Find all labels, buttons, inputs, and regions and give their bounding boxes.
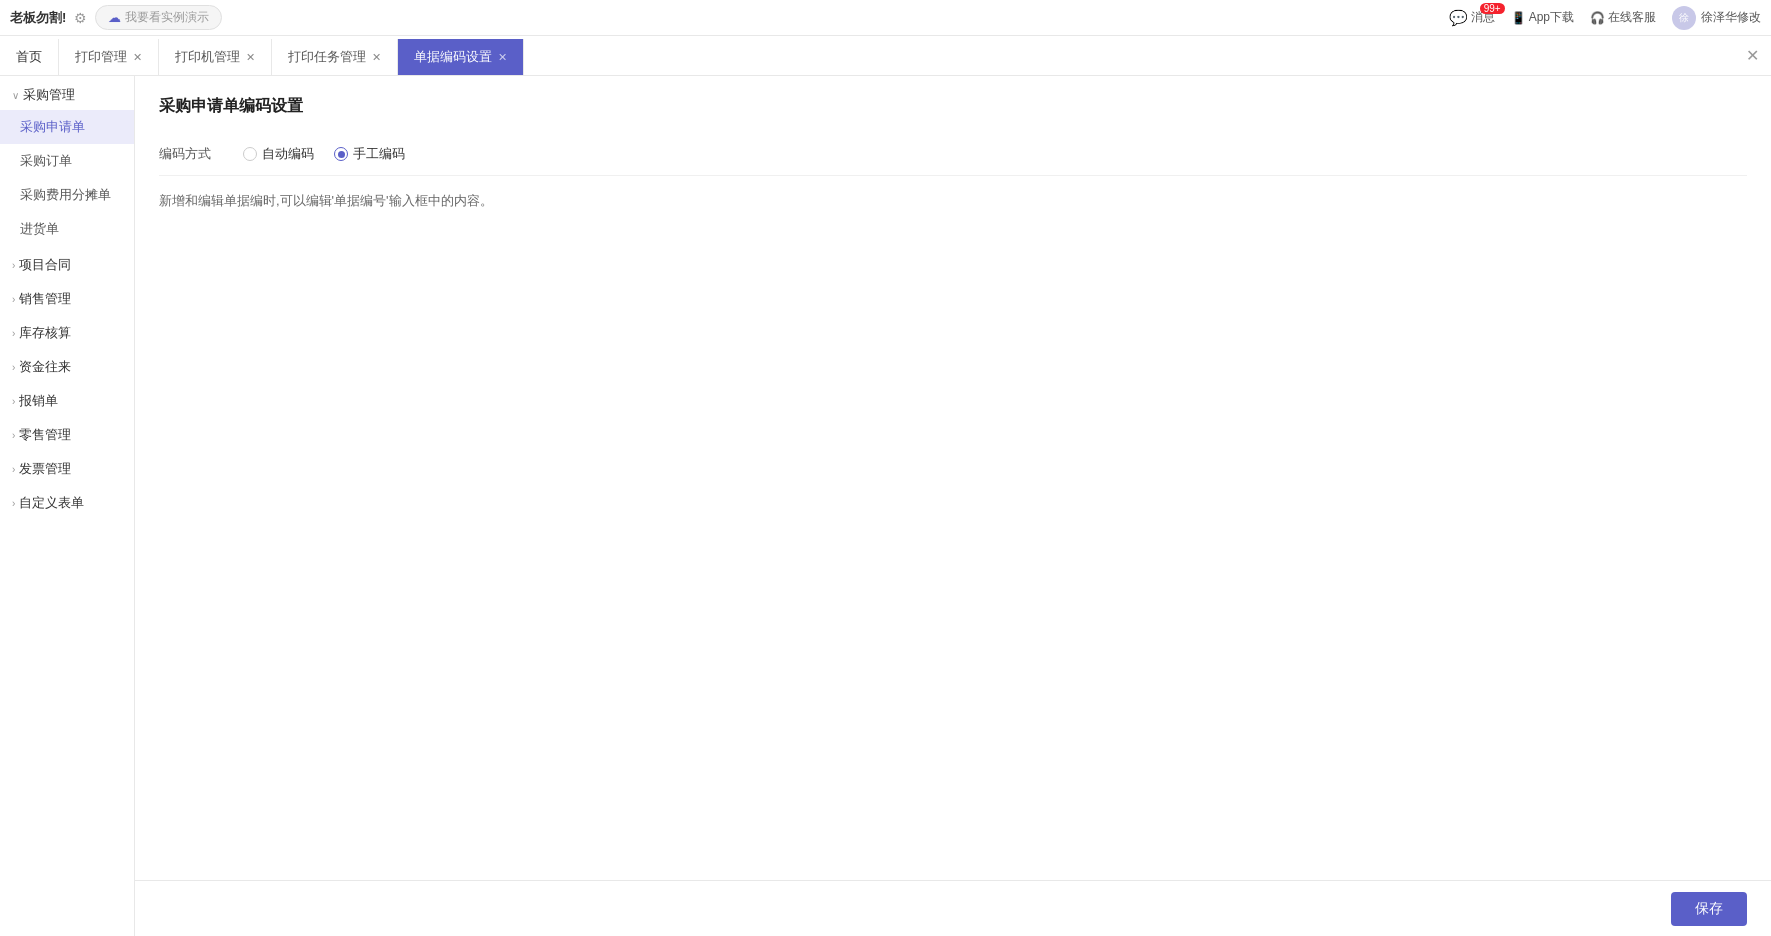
message-icon: 💬 bbox=[1449, 9, 1468, 27]
tab-print-mgmt-close[interactable]: ✕ bbox=[133, 51, 142, 64]
page-title: 采购申请单编码设置 bbox=[159, 96, 1747, 117]
sidebar-group-capital: › 资金往来 bbox=[0, 348, 134, 382]
sidebar-group-sales: › 销售管理 bbox=[0, 280, 134, 314]
search-hint: 我要看实例演示 bbox=[125, 9, 209, 26]
user-name: 徐泽华修改 bbox=[1701, 9, 1761, 26]
radio-group: 自动编码 手工编码 bbox=[243, 145, 405, 163]
topbar: 老板勿割! ⚙ ☁ 我要看实例演示 💬 消息 99+ 📱 App下载 🎧 在线客… bbox=[0, 0, 1771, 36]
sidebar-group-project-label: 项目合同 bbox=[19, 256, 71, 274]
app-label: App下载 bbox=[1529, 9, 1574, 26]
sidebar-group-custom-form-label: 自定义表单 bbox=[19, 494, 84, 512]
radio-manual-code[interactable]: 手工编码 bbox=[334, 145, 405, 163]
sidebar-group-purchase-title[interactable]: ∨ 采购管理 bbox=[0, 76, 134, 110]
tab-print-task[interactable]: 打印任务管理 ✕ bbox=[272, 39, 398, 75]
main-content: 采购申请单编码设置 编码方式 自动编码 手工编码 新增和编辑单据编时,可以编辑'… bbox=[135, 76, 1771, 936]
sidebar-group-return-title[interactable]: › 报销单 bbox=[0, 382, 134, 416]
logo-text: 老板勿割! bbox=[10, 9, 66, 27]
user-profile-button[interactable]: 徐 徐泽华修改 bbox=[1672, 6, 1761, 30]
online-service-button[interactable]: 🎧 在线客服 bbox=[1590, 9, 1656, 26]
radio-auto-code-circle bbox=[243, 147, 257, 161]
avatar: 徐 bbox=[1672, 6, 1696, 30]
radio-manual-code-label: 手工编码 bbox=[353, 145, 405, 163]
encoding-row: 编码方式 自动编码 手工编码 bbox=[159, 133, 1747, 176]
sidebar-group-inventory: › 库存核算 bbox=[0, 314, 134, 348]
sidebar-group-return-label: 报销单 bbox=[19, 392, 58, 410]
sidebar-group-capital-label: 资金往来 bbox=[19, 358, 71, 376]
sidebar-group-invoice-title[interactable]: › 发票管理 bbox=[0, 450, 134, 484]
tab-barcode-setting[interactable]: 单据编码设置 ✕ bbox=[398, 39, 524, 75]
tab-barcode-setting-label: 单据编码设置 bbox=[414, 48, 492, 66]
tab-printer-mgmt[interactable]: 打印机管理 ✕ bbox=[159, 39, 272, 75]
tab-print-task-close[interactable]: ✕ bbox=[372, 51, 381, 64]
encoding-section: 编码方式 自动编码 手工编码 bbox=[135, 133, 1771, 176]
sidebar-item-purchase-order-label: 采购订单 bbox=[20, 153, 72, 168]
sidebar-item-purchase-expense[interactable]: 采购费用分摊单 bbox=[0, 178, 134, 212]
tab-print-task-label: 打印任务管理 bbox=[288, 48, 366, 66]
chevron-sales-icon: › bbox=[12, 294, 15, 305]
sidebar: ∨ 采购管理 采购申请单 采购订单 采购费用分摊单 进货单 › 项目合同 bbox=[0, 76, 135, 936]
encoding-label: 编码方式 bbox=[159, 145, 219, 163]
topbar-right: 💬 消息 99+ 📱 App下载 🎧 在线客服 徐 徐泽华修改 bbox=[1449, 6, 1761, 30]
topbar-left: 老板勿割! ⚙ ☁ 我要看实例演示 bbox=[10, 5, 222, 30]
sidebar-item-purchase-expense-label: 采购费用分摊单 bbox=[20, 187, 111, 202]
message-button[interactable]: 💬 消息 99+ bbox=[1449, 9, 1495, 27]
sidebar-group-inventory-title[interactable]: › 库存核算 bbox=[0, 314, 134, 348]
radio-auto-code[interactable]: 自动编码 bbox=[243, 145, 314, 163]
main-close-button[interactable]: ✕ bbox=[1734, 36, 1771, 75]
page-header: 采购申请单编码设置 bbox=[135, 76, 1771, 133]
sidebar-group-project-title[interactable]: › 项目合同 bbox=[0, 246, 134, 280]
sidebar-item-purchase-request-label: 采购申请单 bbox=[20, 119, 85, 134]
chevron-project-icon: › bbox=[12, 260, 15, 271]
layout: ∨ 采购管理 采购申请单 采购订单 采购费用分摊单 进货单 › 项目合同 bbox=[0, 76, 1771, 936]
sidebar-group-purchase: ∨ 采购管理 采购申请单 采购订单 采购费用分摊单 进货单 bbox=[0, 76, 134, 246]
sidebar-group-invoice-label: 发票管理 bbox=[19, 460, 71, 478]
tab-home[interactable]: 首页 bbox=[0, 39, 59, 75]
sidebar-group-custom-form-title[interactable]: › 自定义表单 bbox=[0, 484, 134, 518]
tab-print-mgmt-label: 打印管理 bbox=[75, 48, 127, 66]
chevron-retail-icon: › bbox=[12, 430, 15, 441]
chevron-invoice-icon: › bbox=[12, 464, 15, 475]
app-download-button[interactable]: 📱 App下载 bbox=[1511, 9, 1574, 26]
tab-print-mgmt[interactable]: 打印管理 ✕ bbox=[59, 39, 159, 75]
sidebar-group-purchase-label: 采购管理 bbox=[23, 86, 75, 104]
sidebar-group-custom-form: › 自定义表单 bbox=[0, 484, 134, 518]
sidebar-group-project: › 项目合同 bbox=[0, 246, 134, 280]
sidebar-group-invoice: › 发票管理 bbox=[0, 450, 134, 484]
radio-auto-code-label: 自动编码 bbox=[262, 145, 314, 163]
headset-icon: 🎧 bbox=[1590, 11, 1605, 25]
sidebar-item-purchase-request[interactable]: 采购申请单 bbox=[0, 110, 134, 144]
sidebar-item-purchase-order[interactable]: 采购订单 bbox=[0, 144, 134, 178]
radio-manual-code-circle bbox=[334, 147, 348, 161]
service-label: 在线客服 bbox=[1608, 9, 1656, 26]
hint-text: 新增和编辑单据编时,可以编辑'单据编号'输入框中的内容。 bbox=[159, 192, 1747, 210]
sidebar-item-inventory-in[interactable]: 进货单 bbox=[0, 212, 134, 246]
sidebar-group-capital-title[interactable]: › 资金往来 bbox=[0, 348, 134, 382]
tab-home-label: 首页 bbox=[16, 48, 42, 66]
chevron-purchase-icon: ∨ bbox=[12, 90, 19, 101]
chevron-return-icon: › bbox=[12, 396, 15, 407]
sidebar-group-sales-title[interactable]: › 销售管理 bbox=[0, 280, 134, 314]
footer: 保存 bbox=[135, 880, 1771, 936]
search-bar[interactable]: ☁ 我要看实例演示 bbox=[95, 5, 222, 30]
tabbar: 首页 打印管理 ✕ 打印机管理 ✕ 打印任务管理 ✕ 单据编码设置 ✕ ✕ bbox=[0, 36, 1771, 76]
settings-icon[interactable]: ⚙ bbox=[74, 10, 87, 26]
sidebar-group-sales-label: 销售管理 bbox=[19, 290, 71, 308]
cloud-icon: ☁ bbox=[108, 10, 121, 25]
sidebar-group-return: › 报销单 bbox=[0, 382, 134, 416]
sidebar-item-inventory-in-label: 进货单 bbox=[20, 221, 59, 236]
app-icon: 📱 bbox=[1511, 11, 1526, 25]
sidebar-group-retail: › 零售管理 bbox=[0, 416, 134, 450]
chevron-capital-icon: › bbox=[12, 362, 15, 373]
chevron-custom-form-icon: › bbox=[12, 498, 15, 509]
sidebar-group-retail-title[interactable]: › 零售管理 bbox=[0, 416, 134, 450]
tab-printer-mgmt-close[interactable]: ✕ bbox=[246, 51, 255, 64]
chevron-inventory-icon: › bbox=[12, 328, 15, 339]
sidebar-group-inventory-label: 库存核算 bbox=[19, 324, 71, 342]
message-badge: 99+ bbox=[1480, 3, 1505, 14]
sidebar-group-retail-label: 零售管理 bbox=[19, 426, 71, 444]
tab-barcode-setting-close[interactable]: ✕ bbox=[498, 51, 507, 64]
tab-printer-mgmt-label: 打印机管理 bbox=[175, 48, 240, 66]
save-button[interactable]: 保存 bbox=[1671, 892, 1747, 926]
